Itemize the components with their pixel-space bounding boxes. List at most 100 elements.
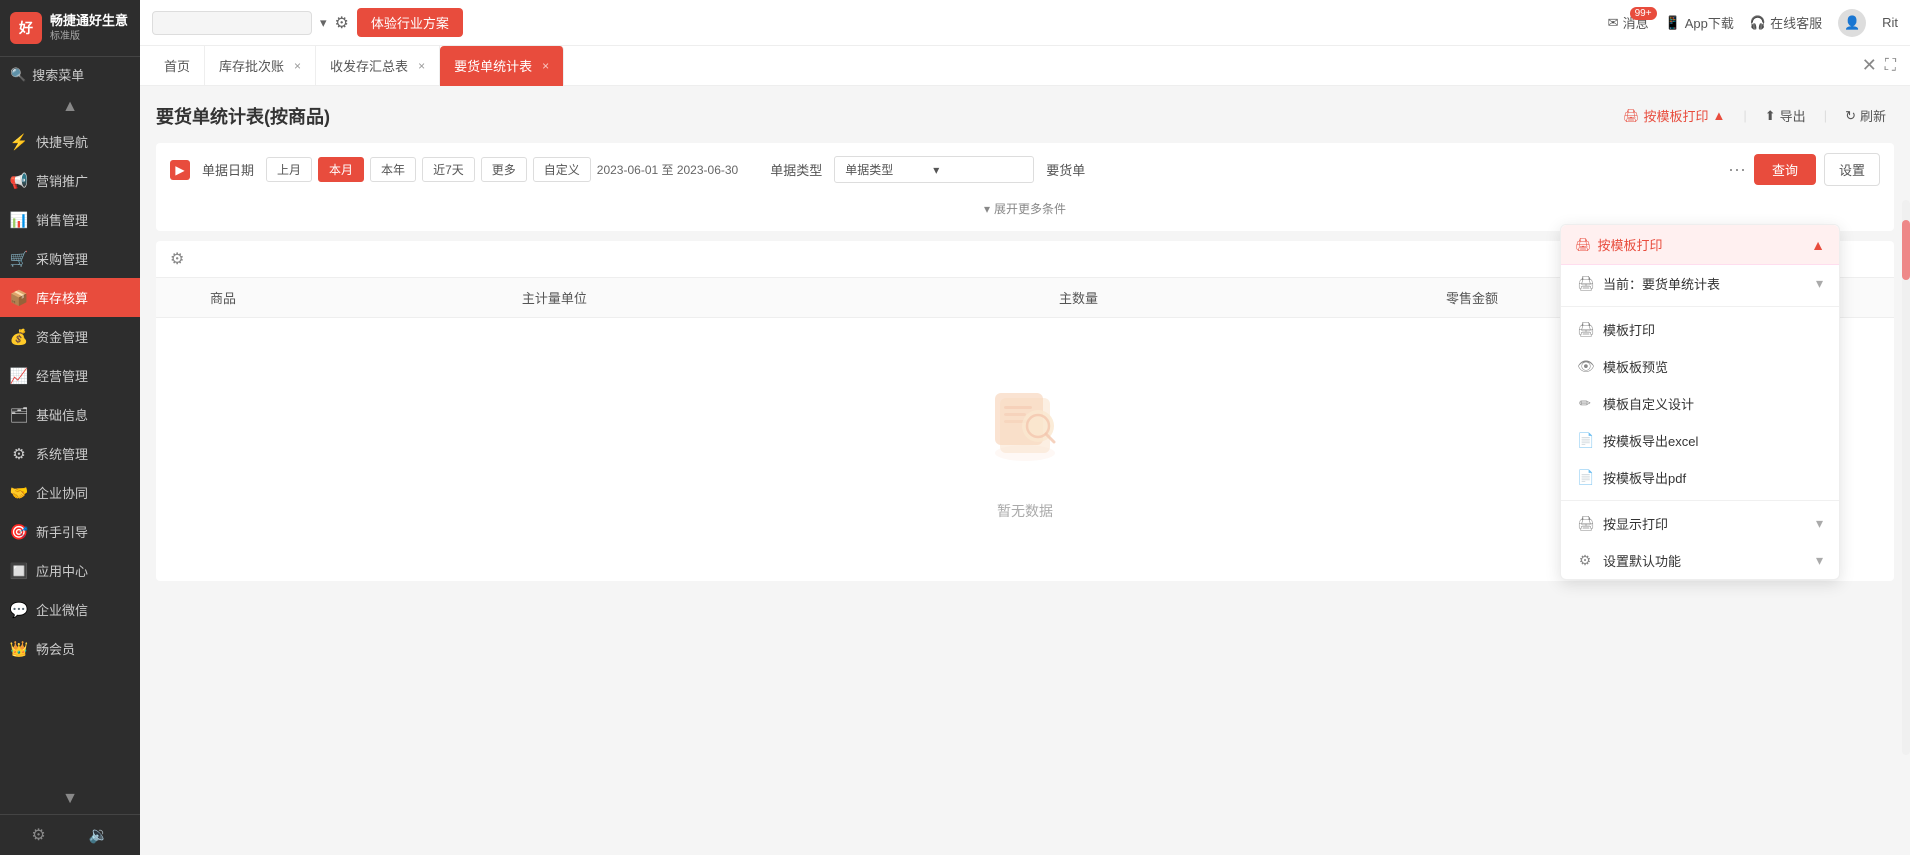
print-dropdown-collapse-btn[interactable]: ▲ <box>1811 237 1825 253</box>
app-logo-icon: 好 <box>10 12 42 44</box>
template-preview-icon: 👁 <box>1577 358 1593 375</box>
username-label[interactable]: Rit <box>1882 15 1898 30</box>
tabbar-close-all-btn[interactable]: ✕ <box>1858 51 1881 80</box>
sidebar-item-guide[interactable]: 🎯 新手引导 <box>0 512 140 551</box>
sidebar-item-label: 销售管理 <box>36 210 88 229</box>
more-options-btn[interactable]: ··· <box>1728 159 1746 180</box>
sidebar-item-label: 经营管理 <box>36 366 88 385</box>
empty-icon <box>980 378 1070 487</box>
dropdown-item-display-print[interactable]: 🖨 按显示打印 ▾ <box>1561 505 1839 542</box>
sidebar-item-marketing[interactable]: 📢 营销推广 <box>0 161 140 200</box>
inventory-icon: 📦 <box>10 289 28 307</box>
tab-order-stats-close[interactable]: × <box>542 59 549 73</box>
dropdown-item-template-print[interactable]: 🖨 模板打印 <box>1561 311 1839 348</box>
dropdown-divider-2 <box>1561 500 1839 501</box>
topbar-dropdown-icon[interactable]: ▾ <box>320 15 327 31</box>
topbar-gear-icon[interactable]: ⚙ <box>335 13 349 33</box>
tabbar-expand-btn[interactable]: ⛶ <box>1881 53 1900 79</box>
dropdown-item-template-preview[interactable]: 👁 模板板预览 <box>1561 348 1839 385</box>
sidebar-item-collab[interactable]: 🤝 企业协同 <box>0 473 140 512</box>
print-dropdown-header-right: ▲ <box>1811 237 1825 253</box>
search-menu-item[interactable]: 🔍 搜索菜单 <box>0 57 140 92</box>
dropdown-item-set-default[interactable]: ⚙ 设置默认功能 ▾ <box>1561 542 1839 579</box>
sidebar-item-member[interactable]: 👑 畅会员 <box>0 629 140 668</box>
sidebar-scroll-down[interactable]: ▼ <box>0 784 140 814</box>
trial-btn[interactable]: 体验行业方案 <box>357 8 463 37</box>
topbar-search-input[interactable] <box>152 11 312 35</box>
sidebar-item-purchase[interactable]: 🛒 采购管理 <box>0 239 140 278</box>
page-title: 要货单统计表(按商品) <box>156 103 330 129</box>
query-btn[interactable]: 查询 <box>1754 154 1816 185</box>
date-btn-this-month[interactable]: 本月 <box>318 157 364 182</box>
setting-btn[interactable]: 设置 <box>1824 153 1880 186</box>
goods-label: 要货单 <box>1046 160 1085 179</box>
filter-right-actions: ··· 查询 设置 <box>1728 153 1880 186</box>
tab-home-label: 首页 <box>164 56 190 75</box>
print-dropdown-header: 🖨 按模板打印 ▲ <box>1561 225 1839 265</box>
sidebar-item-label: 基础信息 <box>36 405 88 424</box>
page-content: 要货单统计表(按商品) 🖨 按模板打印 ▲ | ⬆ 导出 | ↻ 刷新 <box>140 86 1910 855</box>
sidebar-item-finance[interactable]: 💰 资金管理 <box>0 317 140 356</box>
date-btn-this-year[interactable]: 本年 <box>370 157 416 182</box>
sidebar-item-label: 营销推广 <box>36 171 88 190</box>
export-btn[interactable]: ⬆ 导出 <box>1757 102 1814 129</box>
app-download-btn[interactable]: 📱 App下载 <box>1665 13 1734 32</box>
filter-expand-arrow[interactable]: ▶ <box>170 160 190 180</box>
template-print-btn[interactable]: 🖨 按模板打印 ▲ <box>1615 102 1733 129</box>
type-select[interactable]: 单据类型 ▾ <box>834 156 1034 183</box>
sidebar-item-inventory[interactable]: 📦 库存核算 <box>0 278 140 317</box>
date-btn-7days[interactable]: 近7天 <box>422 157 475 182</box>
sidebar-item-wechat[interactable]: 💬 企业微信 <box>0 590 140 629</box>
date-btn-more[interactable]: 更多 <box>481 157 527 182</box>
col-checkbox <box>156 278 196 318</box>
date-btn-custom[interactable]: 自定义 <box>533 157 591 182</box>
messages-btn[interactable]: ✉ 消息 99+ <box>1608 13 1649 32</box>
page-header: 要货单统计表(按商品) 🖨 按模板打印 ▲ | ⬆ 导出 | ↻ 刷新 <box>156 102 1894 129</box>
right-scrollbar[interactable] <box>1902 200 1910 755</box>
sidebar-item-system[interactable]: ⚙ 系统管理 <box>0 434 140 473</box>
sidebar-item-sales[interactable]: 📊 销售管理 <box>0 200 140 239</box>
tab-order-stats[interactable]: 要货单统计表 × <box>440 46 564 86</box>
sidebar-item-apps[interactable]: 🔲 应用中心 <box>0 551 140 590</box>
sidebar-item-quick-nav[interactable]: ⚡ 快捷导航 <box>0 122 140 161</box>
tab-order-stats-label: 要货单统计表 <box>454 56 532 75</box>
export-pdf-icon: 📄 <box>1577 469 1593 486</box>
expand-more-icon: ▾ <box>984 202 990 216</box>
dropdown-item-export-pdf[interactable]: 📄 按模板导出pdf <box>1561 459 1839 496</box>
sidebar-item-label: 新手引导 <box>36 522 88 541</box>
search-menu-label: 搜索菜单 <box>32 65 84 84</box>
apps-icon: 🔲 <box>10 562 28 580</box>
refresh-btn[interactable]: ↻ 刷新 <box>1837 102 1894 129</box>
sidebar-scroll-up[interactable]: ▲ <box>0 92 140 122</box>
set-default-label: 设置默认功能 <box>1603 551 1681 570</box>
template-preview-label: 模板板预览 <box>1603 357 1668 376</box>
export-pdf-label: 按模板导出pdf <box>1603 468 1686 487</box>
search-icon: 🔍 <box>10 67 26 83</box>
print-current-item[interactable]: 🖨 当前：要货单统计表 ▾ <box>1561 265 1839 302</box>
user-avatar[interactable]: 👤 <box>1838 9 1866 37</box>
topbar: ▾ ⚙ 体验行业方案 ✉ 消息 99+ 📱 App下载 🎧 在线客服 👤 Rit <box>140 0 1910 46</box>
avatar-icon: 👤 <box>1844 15 1860 31</box>
tab-home[interactable]: 首页 <box>150 46 205 86</box>
dropdown-item-template-custom[interactable]: ✏ 模板自定义设计 <box>1561 385 1839 422</box>
tab-receipt-summary[interactable]: 收发存汇总表 × <box>316 46 440 86</box>
sidebar-item-basic[interactable]: 🗂 基础信息 <box>0 395 140 434</box>
tab-inventory-batch-close[interactable]: × <box>294 59 301 73</box>
tab-inventory-batch[interactable]: 库存批次账 × <box>205 46 316 86</box>
template-print-item-label: 模板打印 <box>1603 320 1655 339</box>
date-btn-last-month[interactable]: 上月 <box>266 157 312 182</box>
dropdown-item-export-excel[interactable]: 📄 按模板导出excel <box>1561 422 1839 459</box>
sidebar-item-operations[interactable]: 📈 经营管理 <box>0 356 140 395</box>
filter-bar: ▶ 单据日期 上月 本月 本年 近7天 更多 自定义 2023-06-01 至 … <box>156 143 1894 231</box>
sidebar-logo: 好 畅捷通好生意 标准版 <box>0 0 140 57</box>
online-service-btn[interactable]: 🎧 在线客服 <box>1750 13 1822 32</box>
settings-footer-btn[interactable]: ⚙ <box>31 825 45 845</box>
expand-more-btn[interactable]: ▾ 展开更多条件 <box>984 200 1066 217</box>
audio-footer-btn[interactable]: 🔉 <box>89 825 109 845</box>
tab-receipt-summary-close[interactable]: × <box>418 59 425 73</box>
template-print-label: 按模板打印 <box>1643 106 1708 125</box>
wechat-icon: 💬 <box>10 601 28 619</box>
quick-nav-icon: ⚡ <box>10 133 28 151</box>
table-settings-icon[interactable]: ⚙ <box>170 249 184 269</box>
action-sep-1: | <box>1743 108 1746 123</box>
